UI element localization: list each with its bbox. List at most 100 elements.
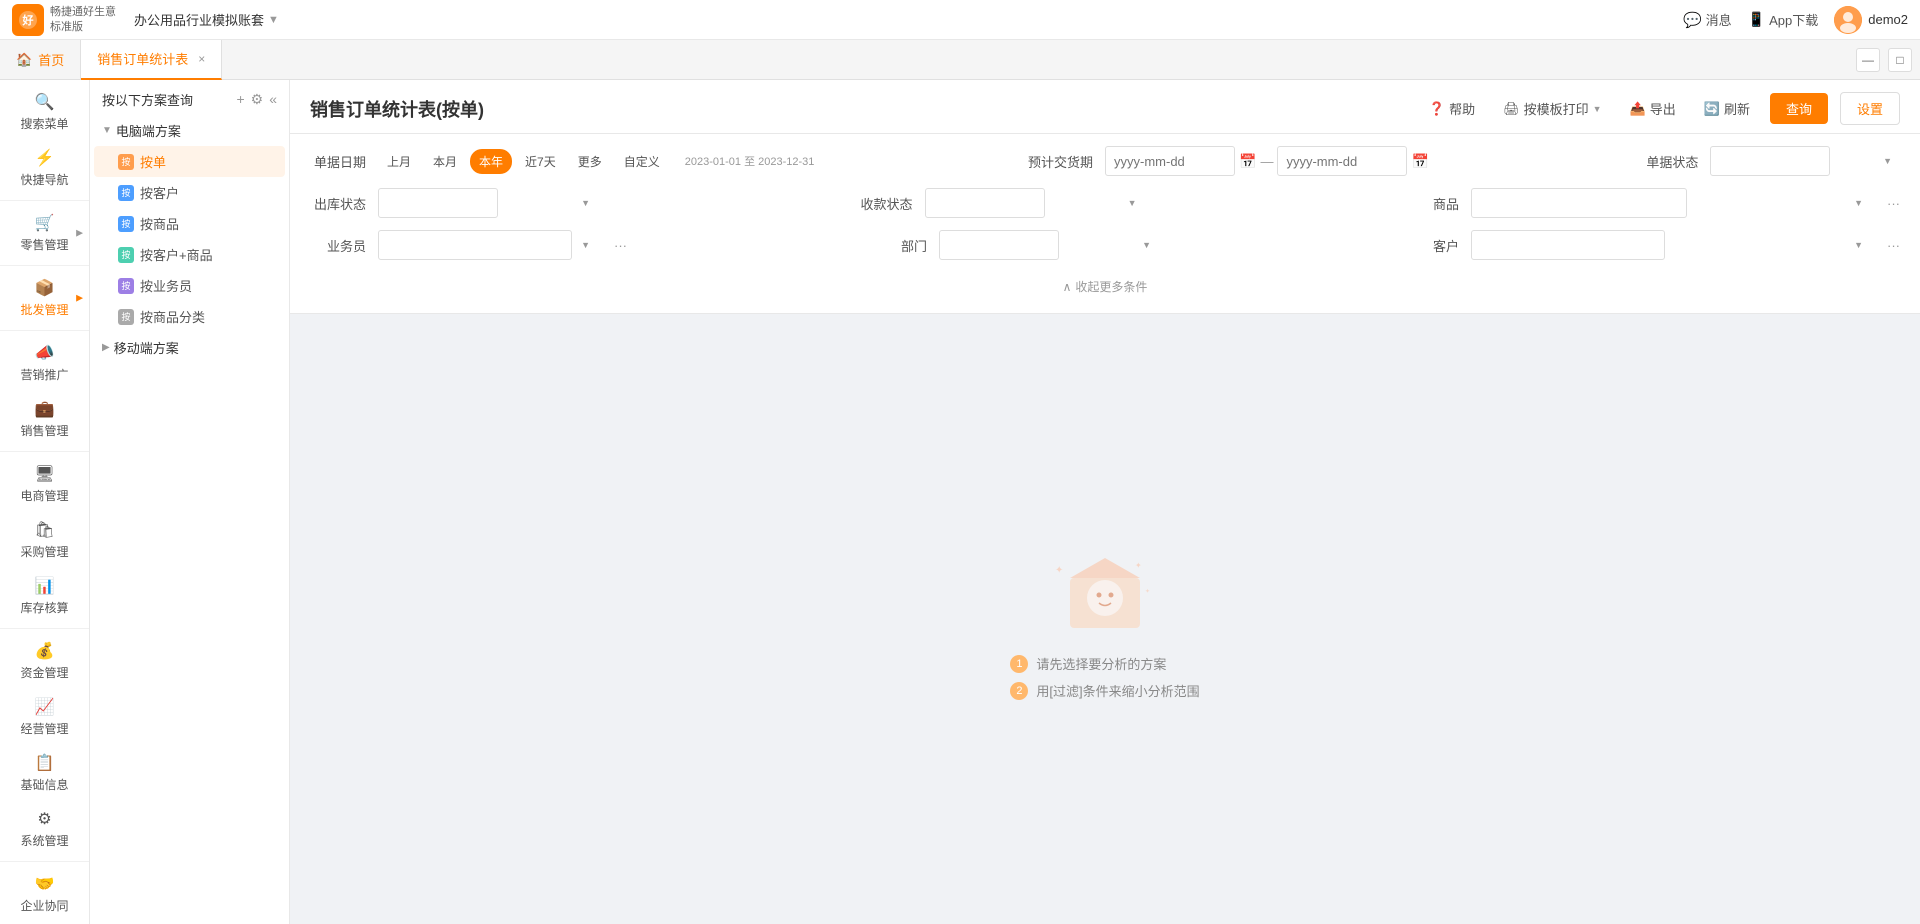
- collapse-button[interactable]: ∧ 收起更多条件: [1063, 278, 1148, 295]
- this-year-button[interactable]: 本年: [470, 149, 512, 174]
- scheme-icon-by-customer: 按: [118, 185, 134, 201]
- salesperson-input[interactable]: [378, 230, 572, 260]
- export-button[interactable]: 📤 导出: [1622, 95, 1684, 122]
- cooperation-icon: 🤝: [35, 874, 55, 894]
- scheme-group-pc-header[interactable]: ▼ 电脑端方案: [94, 115, 285, 146]
- payment-status-label: 收款状态: [857, 194, 913, 213]
- last7days-button[interactable]: 近7天: [516, 149, 565, 174]
- tab-minimize-button[interactable]: —: [1856, 48, 1880, 72]
- shipment-status-select[interactable]: [378, 188, 498, 218]
- sidebar-item-purchase[interactable]: 🛍 采购管理: [0, 512, 89, 568]
- sidebar-item-retail[interactable]: 🛒 零售管理 ▶: [0, 205, 89, 261]
- scheme-label-by-customer-product: 按客户+商品: [140, 245, 213, 264]
- main-layout: 🔍 搜索菜单 ⚡ 快捷导航 🛒 零售管理 ▶ 📦 批发管理 ▶: [0, 80, 1920, 924]
- mobile-group-arrow-icon: ▶: [102, 342, 110, 353]
- scheme-item-by-customer[interactable]: 按 按客户: [94, 177, 285, 208]
- payment-status-select[interactable]: [925, 188, 1045, 218]
- purchase-icon: 🛍: [34, 520, 54, 540]
- user-profile-button[interactable]: demo2: [1834, 6, 1908, 34]
- sidebar-item-ecommerce[interactable]: 🖥 电商管理: [0, 456, 89, 512]
- tip-1-number: 1: [1010, 655, 1028, 673]
- sidebar-item-inventory[interactable]: 📊 库存核算: [0, 568, 89, 624]
- basic-icon: 📋: [35, 753, 55, 773]
- add-scheme-button[interactable]: +: [236, 91, 244, 108]
- search-button[interactable]: 查询: [1770, 93, 1828, 124]
- product-dots[interactable]: ···: [1887, 196, 1900, 211]
- settings-button[interactable]: 设置: [1840, 92, 1900, 125]
- expected-date-end-input[interactable]: [1277, 146, 1407, 176]
- svg-text:✦: ✦: [1135, 561, 1142, 570]
- customer-select-wrapper: [1471, 230, 1871, 260]
- custom-date-button[interactable]: 自定义: [615, 149, 669, 174]
- voucher-status-select-wrapper: [1710, 146, 1900, 176]
- scheme-settings-button[interactable]: ⚙: [251, 91, 264, 108]
- product-input[interactable]: [1471, 188, 1687, 218]
- scheme-item-by-salesperson[interactable]: 按 按业务员: [94, 270, 285, 301]
- expected-date-start-input[interactable]: [1105, 146, 1235, 176]
- sidebar-item-quick-nav[interactable]: ⚡ 快捷导航: [0, 140, 89, 196]
- sidebar-item-cooperation[interactable]: 🤝 企业协同: [0, 866, 89, 922]
- tab-sales-order-stats[interactable]: 销售订单统计表 ×: [81, 40, 222, 80]
- content-area: 按以下方案查询 + ⚙ « ▼ 电脑端方案 按 按单 按 按客户: [90, 80, 1920, 924]
- tab-close-icon[interactable]: ×: [198, 52, 205, 66]
- scheme-item-by-product-category[interactable]: 按 按商品分类: [94, 301, 285, 332]
- product-select-wrapper: [1471, 188, 1871, 218]
- collapse-panel-button[interactable]: «: [269, 91, 277, 108]
- sidebar-item-search[interactable]: 🔍 搜索菜单: [0, 84, 89, 140]
- left-panel-title: 按以下方案查询: [102, 90, 193, 109]
- sidebar-item-operations[interactable]: 📈 经营管理: [0, 689, 89, 745]
- filter-row-3: 业务员 ··· 部门 客户: [310, 230, 1900, 260]
- tab-active-label: 销售订单统计表: [97, 49, 188, 68]
- voucher-date-label: 单据日期: [310, 152, 366, 171]
- breadcrumb-arrow-icon[interactable]: ▼: [268, 14, 279, 26]
- more-date-button[interactable]: 更多: [569, 149, 611, 174]
- page-actions: ❓ 帮助 🖨 按模板打印 ▼ 📤 导出 🔄 刷新: [1421, 92, 1900, 125]
- last-month-button[interactable]: 上月: [378, 149, 420, 174]
- scheme-item-by-customer-product[interactable]: 按 按客户+商品: [94, 239, 285, 270]
- tab-home[interactable]: 🏠 首页: [0, 40, 81, 80]
- print-button[interactable]: 🖨 按模板打印 ▼: [1495, 95, 1609, 122]
- empty-tips: 1 请先选择要分析的方案 2 用[过滤]条件来缩小分析范围: [1010, 654, 1199, 700]
- this-month-button[interactable]: 本月: [424, 149, 466, 174]
- message-label: 消息: [1706, 10, 1732, 29]
- message-button[interactable]: 💬 消息: [1683, 10, 1732, 29]
- export-label: 导出: [1650, 99, 1676, 118]
- sidebar-item-sales[interactable]: 💼 销售管理: [0, 391, 89, 447]
- help-label: 帮助: [1449, 99, 1475, 118]
- right-content: 销售订单统计表(按单) ❓ 帮助 🖨 按模板打印 ▼ 📤 导出: [290, 80, 1920, 924]
- sidebar-item-wholesale[interactable]: 📦 批发管理 ▶: [0, 270, 89, 326]
- scheme-icon-by-salesperson: 按: [118, 278, 134, 294]
- calendar-end-icon[interactable]: 📅: [1411, 153, 1428, 170]
- tab-maximize-button[interactable]: □: [1888, 48, 1912, 72]
- calendar-start-icon[interactable]: 📅: [1239, 153, 1256, 170]
- sidebar-item-basic[interactable]: 📋 基础信息: [0, 745, 89, 801]
- scheme-item-by-product[interactable]: 按 按商品: [94, 208, 285, 239]
- sidebar-item-system[interactable]: ⚙ 系统管理: [0, 801, 89, 857]
- help-button[interactable]: ❓ 帮助: [1421, 95, 1483, 122]
- sidebar-item-finance[interactable]: 💰 资金管理: [0, 633, 89, 689]
- phone-icon: 📱: [1748, 11, 1765, 28]
- ecommerce-icon: 🖥: [34, 464, 54, 484]
- salesperson-dots[interactable]: ···: [614, 238, 627, 253]
- voucher-status-select[interactable]: [1710, 146, 1830, 176]
- avatar: [1834, 6, 1862, 34]
- scheme-label-by-order: 按单: [140, 152, 166, 171]
- customer-dots[interactable]: ···: [1887, 238, 1900, 253]
- department-select[interactable]: [939, 230, 1059, 260]
- expected-date-group: 📅 — 📅: [1105, 146, 1429, 176]
- collapse-label: 收起更多条件: [1075, 278, 1147, 295]
- shipment-status-select-wrapper: [378, 188, 598, 218]
- app-download-button[interactable]: 📱 App下载: [1748, 10, 1819, 29]
- svg-text:✦: ✦: [1145, 588, 1150, 595]
- empty-illustration: ✦ ✦ ✦: [1045, 538, 1165, 638]
- scheme-icon-by-order: 按: [118, 154, 134, 170]
- customer-input[interactable]: [1471, 230, 1665, 260]
- sidebar-search-label: 搜索菜单: [20, 115, 68, 132]
- scheme-group-mobile: ▶ 移动端方案: [90, 332, 289, 363]
- logo-area: 好 畅捷通好生意 标准版: [12, 4, 116, 36]
- sidebar-item-marketing[interactable]: 📣 营销推广: [0, 335, 89, 391]
- empty-tip-2: 2 用[过滤]条件来缩小分析范围: [1010, 681, 1199, 700]
- scheme-item-by-order[interactable]: 按 按单: [94, 146, 285, 177]
- scheme-group-mobile-header[interactable]: ▶ 移动端方案: [94, 332, 285, 363]
- refresh-button[interactable]: 🔄 刷新: [1696, 95, 1758, 122]
